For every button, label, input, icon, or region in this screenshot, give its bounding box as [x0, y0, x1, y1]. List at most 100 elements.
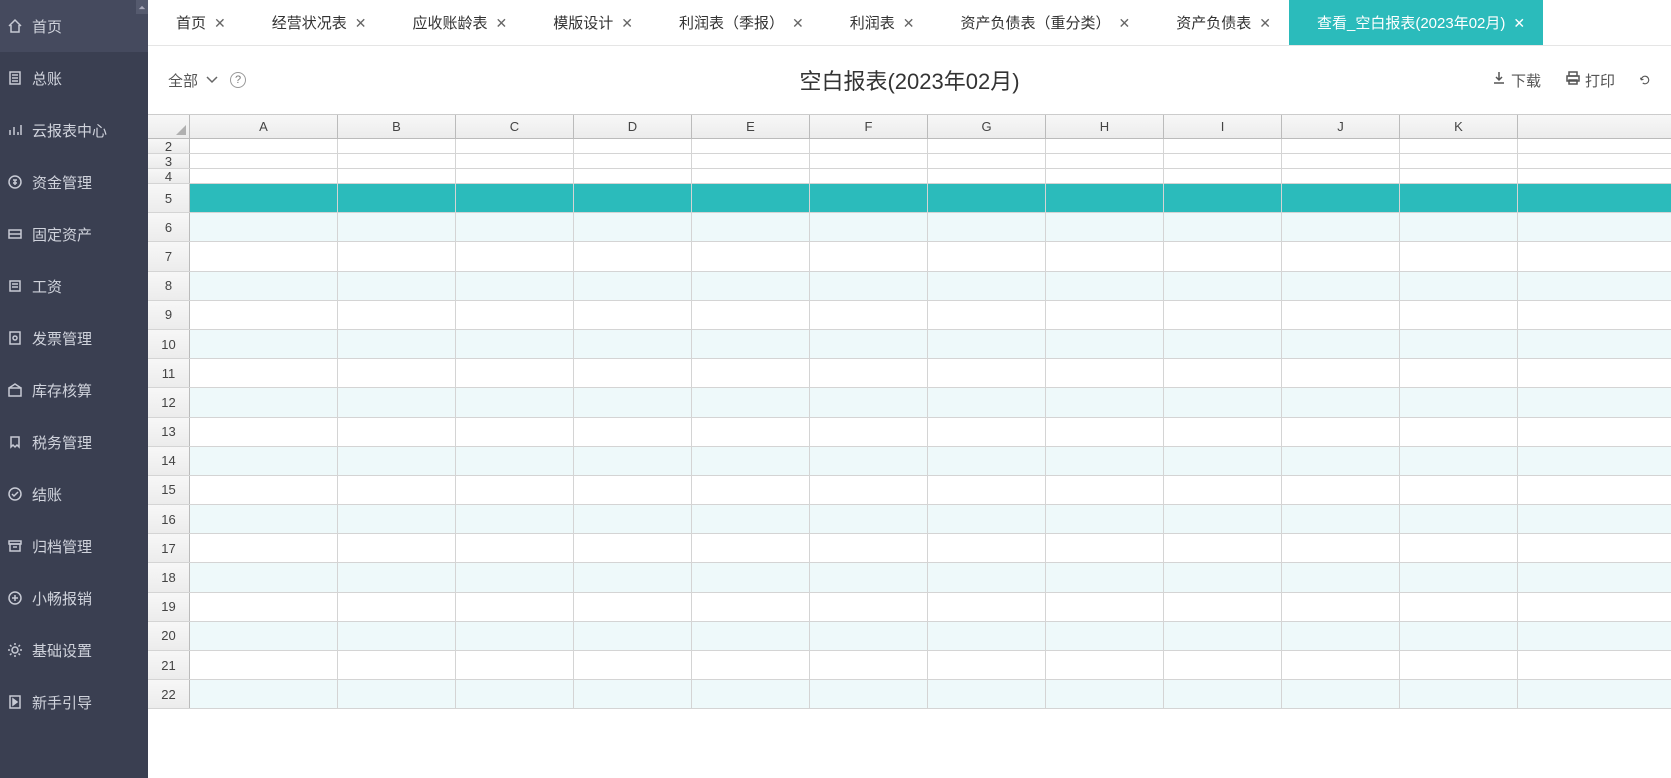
cell[interactable] [928, 154, 1046, 168]
cell[interactable] [1282, 651, 1400, 679]
cell[interactable] [338, 154, 456, 168]
cell[interactable] [810, 622, 928, 650]
col-header-G[interactable]: G [928, 115, 1046, 138]
cell[interactable] [692, 563, 810, 591]
cell[interactable] [1046, 418, 1164, 446]
cell[interactable] [338, 184, 456, 212]
cell[interactable] [810, 593, 928, 621]
cell[interactable] [190, 680, 338, 708]
cell[interactable] [1046, 169, 1164, 183]
col-header-D[interactable]: D [574, 115, 692, 138]
cell[interactable] [1282, 447, 1400, 475]
cell[interactable] [692, 272, 810, 300]
cell[interactable] [692, 184, 810, 212]
cell[interactable] [928, 184, 1046, 212]
cell[interactable] [456, 184, 574, 212]
cell[interactable] [1282, 330, 1400, 358]
close-icon[interactable]: ✕ [355, 16, 367, 30]
cell[interactable] [190, 184, 338, 212]
cell[interactable] [190, 534, 338, 562]
cell[interactable] [1400, 213, 1518, 241]
cell[interactable] [574, 388, 692, 416]
cell[interactable] [190, 476, 338, 504]
cell[interactable] [1164, 213, 1282, 241]
cell[interactable] [1046, 622, 1164, 650]
cell[interactable] [1164, 447, 1282, 475]
cell[interactable] [692, 505, 810, 533]
sidebar-item-fund[interactable]: 资金管理 [0, 156, 148, 208]
cell[interactable] [574, 154, 692, 168]
cell[interactable] [1400, 680, 1518, 708]
cell[interactable] [1282, 139, 1400, 153]
cell[interactable] [810, 213, 928, 241]
cell[interactable] [1046, 184, 1164, 212]
spreadsheet[interactable]: ABCDEFGHIJK 2345678910111213141516171819… [148, 114, 1671, 778]
cell[interactable] [1400, 447, 1518, 475]
sidebar-item-tax[interactable]: 税务管理 [0, 416, 148, 468]
sidebar-item-guide[interactable]: 新手引导 [0, 676, 148, 728]
cell[interactable] [1046, 563, 1164, 591]
cell[interactable] [456, 418, 574, 446]
cell[interactable] [1400, 139, 1518, 153]
col-header-J[interactable]: J [1282, 115, 1400, 138]
cell[interactable] [1518, 418, 1671, 446]
cell[interactable] [456, 534, 574, 562]
cell[interactable] [1282, 154, 1400, 168]
cell[interactable] [574, 418, 692, 446]
cell[interactable] [1518, 301, 1671, 329]
cell[interactable] [338, 213, 456, 241]
tab-2[interactable]: 应收账龄表✕ [385, 0, 526, 45]
cell[interactable] [692, 169, 810, 183]
cell[interactable] [574, 330, 692, 358]
cell[interactable] [574, 139, 692, 153]
cell[interactable] [692, 651, 810, 679]
cell[interactable] [456, 359, 574, 387]
cell[interactable] [338, 359, 456, 387]
cell[interactable] [928, 213, 1046, 241]
cell[interactable] [1400, 534, 1518, 562]
col-header-B[interactable]: B [338, 115, 456, 138]
cell[interactable] [338, 447, 456, 475]
cell[interactable] [456, 505, 574, 533]
cell[interactable] [456, 476, 574, 504]
cell[interactable] [1400, 476, 1518, 504]
cell[interactable] [1518, 184, 1671, 212]
tab-0[interactable]: 首页✕ [148, 0, 244, 45]
close-icon[interactable]: ✕ [214, 16, 226, 30]
cell[interactable] [692, 680, 810, 708]
cell[interactable] [1282, 622, 1400, 650]
cell[interactable] [928, 563, 1046, 591]
tab-7[interactable]: 资产负债表✕ [1148, 0, 1289, 45]
cell[interactable] [810, 651, 928, 679]
cell[interactable] [574, 593, 692, 621]
cell[interactable] [1282, 680, 1400, 708]
cell[interactable] [810, 359, 928, 387]
cell[interactable] [456, 447, 574, 475]
cell[interactable] [456, 680, 574, 708]
cell[interactable] [574, 447, 692, 475]
cell[interactable] [338, 330, 456, 358]
close-icon[interactable]: ✕ [1513, 16, 1525, 30]
cell[interactable] [190, 447, 338, 475]
cell[interactable] [928, 169, 1046, 183]
filter-dropdown[interactable]: 全部 ? [168, 70, 246, 91]
cell[interactable] [928, 622, 1046, 650]
cell[interactable] [810, 154, 928, 168]
cell[interactable] [1046, 505, 1164, 533]
cell[interactable] [1400, 388, 1518, 416]
cell[interactable] [810, 563, 928, 591]
row-header-7[interactable]: 7 [148, 242, 190, 270]
cell[interactable] [338, 593, 456, 621]
sidebar-item-home[interactable]: 首页 [0, 0, 148, 52]
cell[interactable] [1518, 534, 1671, 562]
cell[interactable] [1164, 169, 1282, 183]
cell[interactable] [692, 418, 810, 446]
col-header-I[interactable]: I [1164, 115, 1282, 138]
cell[interactable] [1282, 301, 1400, 329]
cell[interactable] [574, 563, 692, 591]
close-icon[interactable]: ✕ [792, 16, 804, 30]
cell[interactable] [692, 622, 810, 650]
close-icon[interactable]: ✕ [621, 16, 633, 30]
col-header-extra[interactable] [1518, 115, 1671, 138]
cell[interactable] [338, 651, 456, 679]
